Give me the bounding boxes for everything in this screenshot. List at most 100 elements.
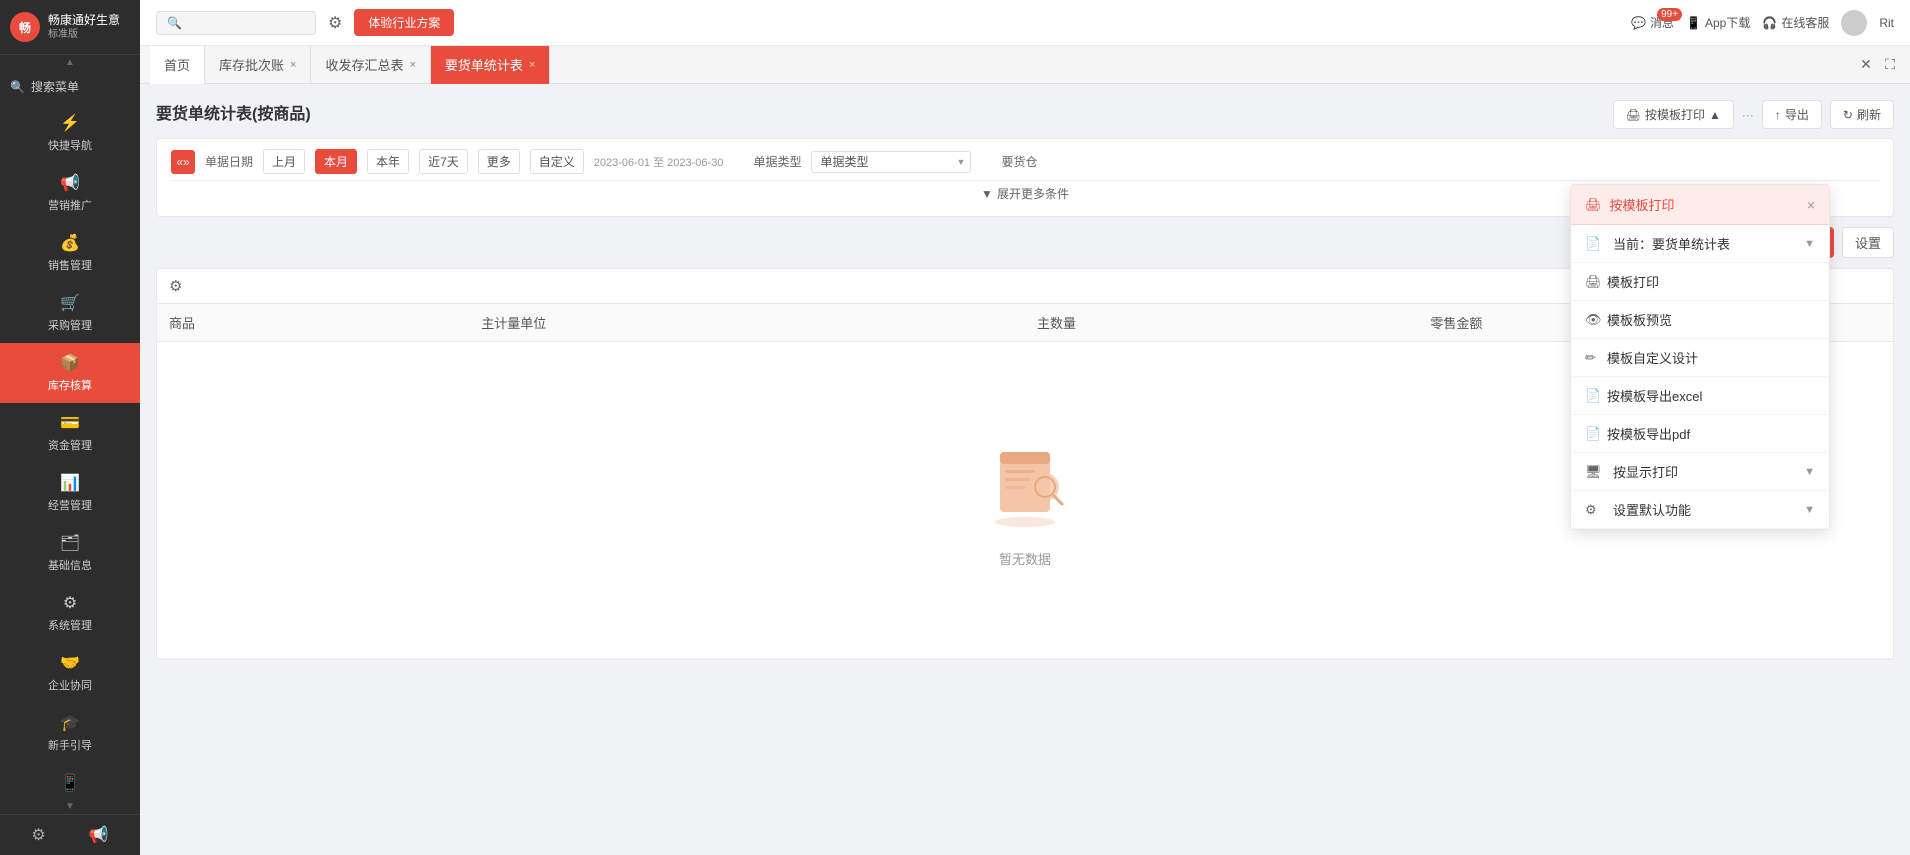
dropdown-current-template[interactable]: 📄 当前：要货单统计表 ▼ — [1571, 225, 1829, 263]
empty-illustration — [975, 432, 1075, 535]
current-template-arrow: ▼ — [1804, 238, 1815, 250]
window-resize-btns: ✕ ⛶ — [1856, 55, 1900, 75]
date-range-display: 2023-06-01 至 2023-06-30 — [594, 154, 724, 170]
sidebar-logo: 畅 畅康通好生意 标准版 — [0, 0, 140, 55]
online-service-btn[interactable]: 🎧 在线客服 — [1762, 14, 1829, 31]
tab-inventory-batch[interactable]: 库存批次账 × — [205, 46, 311, 84]
speaker-icon[interactable]: 📢 — [89, 825, 109, 845]
page-content: 要货单统计表(按商品) 🖨 按模板打印 ▲ ··· ↑ 导出 ↻ 刷新 «» 单… — [140, 84, 1910, 855]
tab-order-summary[interactable]: 要货单统计表 × — [431, 46, 550, 84]
sidebar-item-purchase[interactable]: 🛒 采购管理 — [0, 283, 140, 343]
sidebar-item-sales[interactable]: 💰 销售管理 — [0, 223, 140, 283]
sidebar-item-basic[interactable]: 🗂 基础信息 — [0, 523, 140, 583]
template-pdf-icon: 📄 — [1585, 426, 1601, 442]
dropdown-item-display-print[interactable]: 🖥 按显示打印 ▼ — [1571, 453, 1829, 491]
sidebar-item-operations[interactable]: 📊 经营管理 — [0, 463, 140, 523]
refresh-icon: ↻ — [1843, 108, 1853, 122]
quick-nav-icon: ⚡ — [60, 113, 80, 133]
app-name-text: 畅康通好生意 标准版 — [48, 13, 120, 42]
sidebar-search[interactable]: 🔍 搜索菜单 — [0, 70, 140, 103]
tab-order-summary-close[interactable]: × — [529, 59, 535, 71]
date-btn-more[interactable]: 更多 — [478, 149, 520, 174]
dropdown-item-template-print[interactable]: 🖨 模板打印 — [1571, 263, 1829, 301]
message-btn[interactable]: 💬 消息 99+ — [1631, 14, 1674, 31]
sidebar-item-newbie[interactable]: 🎓 新手引导 — [0, 703, 140, 763]
search-icon: 🔍 — [10, 80, 25, 94]
settings-icon[interactable]: ⚙ — [31, 825, 45, 845]
apps-icon: 📱 — [60, 773, 80, 793]
type-filter-select[interactable]: 单据类型 — [811, 151, 971, 173]
newbie-icon: 🎓 — [60, 713, 80, 733]
app-download-btn[interactable]: 📱 App下载 — [1686, 14, 1750, 31]
export-icon: ↑ — [1775, 108, 1781, 122]
dropdown-item-template-design[interactable]: ✏ 模板自定义设计 — [1571, 339, 1829, 377]
sidebar-nav: ⚡ 快捷导航 📢 营销推广 💰 销售管理 🛒 采购管理 📦 库存核算 💳 资金管… — [0, 103, 140, 799]
refresh-btn[interactable]: ↻ 刷新 — [1830, 100, 1894, 129]
dropdown-item-template-excel[interactable]: 📄 按模板导出excel — [1571, 377, 1829, 415]
date-btn-last-month[interactable]: 上月 — [263, 149, 305, 174]
tab-inventory-batch-close[interactable]: × — [290, 59, 296, 71]
sidebar: 畅 畅康通好生意 标准版 ▲ 🔍 搜索菜单 ⚡ 快捷导航 📢 营销推广 💰 销售… — [0, 0, 140, 855]
template-excel-icon: 📄 — [1585, 388, 1601, 404]
export-btn[interactable]: ↑ 导出 — [1762, 100, 1822, 129]
sidebar-item-inventory[interactable]: 📦 库存核算 — [0, 343, 140, 403]
date-btn-custom[interactable]: 自定义 — [530, 149, 584, 174]
sidebar-item-quick-nav[interactable]: ⚡ 快捷导航 — [0, 103, 140, 163]
sidebar-item-system[interactable]: ⚙ 系统管理 — [0, 583, 140, 643]
header-search-icon: 🔍 — [167, 16, 182, 30]
sidebar-item-apps[interactable]: 📱 应用中心 — [0, 763, 140, 799]
table-settings-icon[interactable]: ⚙ — [169, 277, 182, 295]
dropdown-item-template-preview[interactable]: 👁 模板板预览 — [1571, 301, 1829, 339]
scroll-down-btn[interactable]: ▼ — [63, 799, 77, 814]
sales-icon: 💰 — [60, 233, 80, 253]
trial-btn[interactable]: 体验行业方案 — [354, 9, 454, 36]
sidebar-scroll-down[interactable]: ▼ — [0, 799, 140, 814]
finance-icon: 💳 — [60, 413, 80, 433]
dropdown-header: 🖨 按模板打印 × — [1571, 185, 1829, 225]
empty-svg-icon — [975, 432, 1075, 532]
scroll-up-btn[interactable]: ▲ — [63, 55, 77, 70]
tab-collection-summary-close[interactable]: × — [409, 59, 415, 71]
user-avatar[interactable] — [1841, 10, 1867, 36]
stock-filter-label: 要货仓 — [1001, 153, 1037, 170]
system-icon: ⚙ — [63, 593, 77, 613]
top-actions: 🖨 按模板打印 ▲ ··· ↑ 导出 ↻ 刷新 — [1613, 100, 1894, 129]
dropdown-item-default-setting[interactable]: ⚙ 设置默认功能 ▼ — [1571, 491, 1829, 529]
settings-btn[interactable]: 设置 — [1842, 227, 1894, 258]
main-content: 🔍 ⚙ 体验行业方案 💬 消息 99+ 📱 App下载 🎧 在线客服 Rit — [140, 0, 1910, 855]
sidebar-bottom: ⚙ 📢 — [0, 814, 140, 855]
type-filter-select-wrapper: 单据类型 — [811, 151, 971, 173]
header-search-bar[interactable]: 🔍 — [156, 11, 316, 35]
date-btn-this-month[interactable]: 本月 — [315, 149, 357, 174]
printer-icon: 🖨 — [1626, 108, 1641, 122]
print-template-btn[interactable]: 🖨 按模板打印 ▲ — [1613, 100, 1734, 129]
col-product: 商品 — [157, 304, 469, 342]
window-maximize-btn[interactable]: ⛶ — [1880, 55, 1900, 75]
dropdown-title: 🖨 按模板打印 — [1585, 195, 1675, 214]
collab-icon: 🤝 — [60, 653, 80, 673]
app-logo-icon: 畅 — [10, 12, 40, 42]
username-display: Rit — [1879, 16, 1894, 30]
tab-home[interactable]: 首页 — [150, 46, 205, 84]
col-unit: 主计量单位 — [469, 304, 1025, 342]
dropdown-item-template-pdf[interactable]: 📄 按模板导出pdf — [1571, 415, 1829, 453]
sidebar-item-marketing[interactable]: 📢 营销推广 — [0, 163, 140, 223]
download-icon: 📱 — [1686, 16, 1701, 30]
dropdown-close-btn[interactable]: × — [1807, 197, 1815, 213]
date-btn-this-year[interactable]: 本年 — [367, 149, 409, 174]
print-dropdown: 🖨 按模板打印 × 📄 当前：要货单统计表 ▼ 🖨 模板打印 👁 模板板预览 — [1570, 184, 1830, 530]
sidebar-item-collab[interactable]: 🤝 企业协同 — [0, 643, 140, 703]
filter-row-1: «» 单据日期 上月 本月 本年 近7天 更多 自定义 2023-06-01 至… — [171, 149, 1879, 174]
tab-collection-summary[interactable]: 收发存汇总表 × — [311, 46, 430, 84]
header-gear-icon[interactable]: ⚙ — [328, 13, 342, 33]
col-quantity: 主数量 — [1025, 304, 1418, 342]
date-filter-label: 单据日期 — [205, 153, 253, 170]
print-dropdown-arrow[interactable]: ▲ — [1709, 108, 1721, 122]
window-close-btn[interactable]: ✕ — [1856, 55, 1876, 75]
sidebar-item-finance[interactable]: 💳 资金管理 — [0, 403, 140, 463]
date-btn-7days[interactable]: 近7天 — [419, 149, 468, 174]
filter-expand-arrow[interactable]: «» — [171, 150, 195, 174]
more-options-btn[interactable]: ··· — [1742, 108, 1754, 122]
current-template-label: 当前：要货单统计表 — [1613, 234, 1730, 253]
sidebar-scroll-up[interactable]: ▲ — [0, 55, 140, 70]
